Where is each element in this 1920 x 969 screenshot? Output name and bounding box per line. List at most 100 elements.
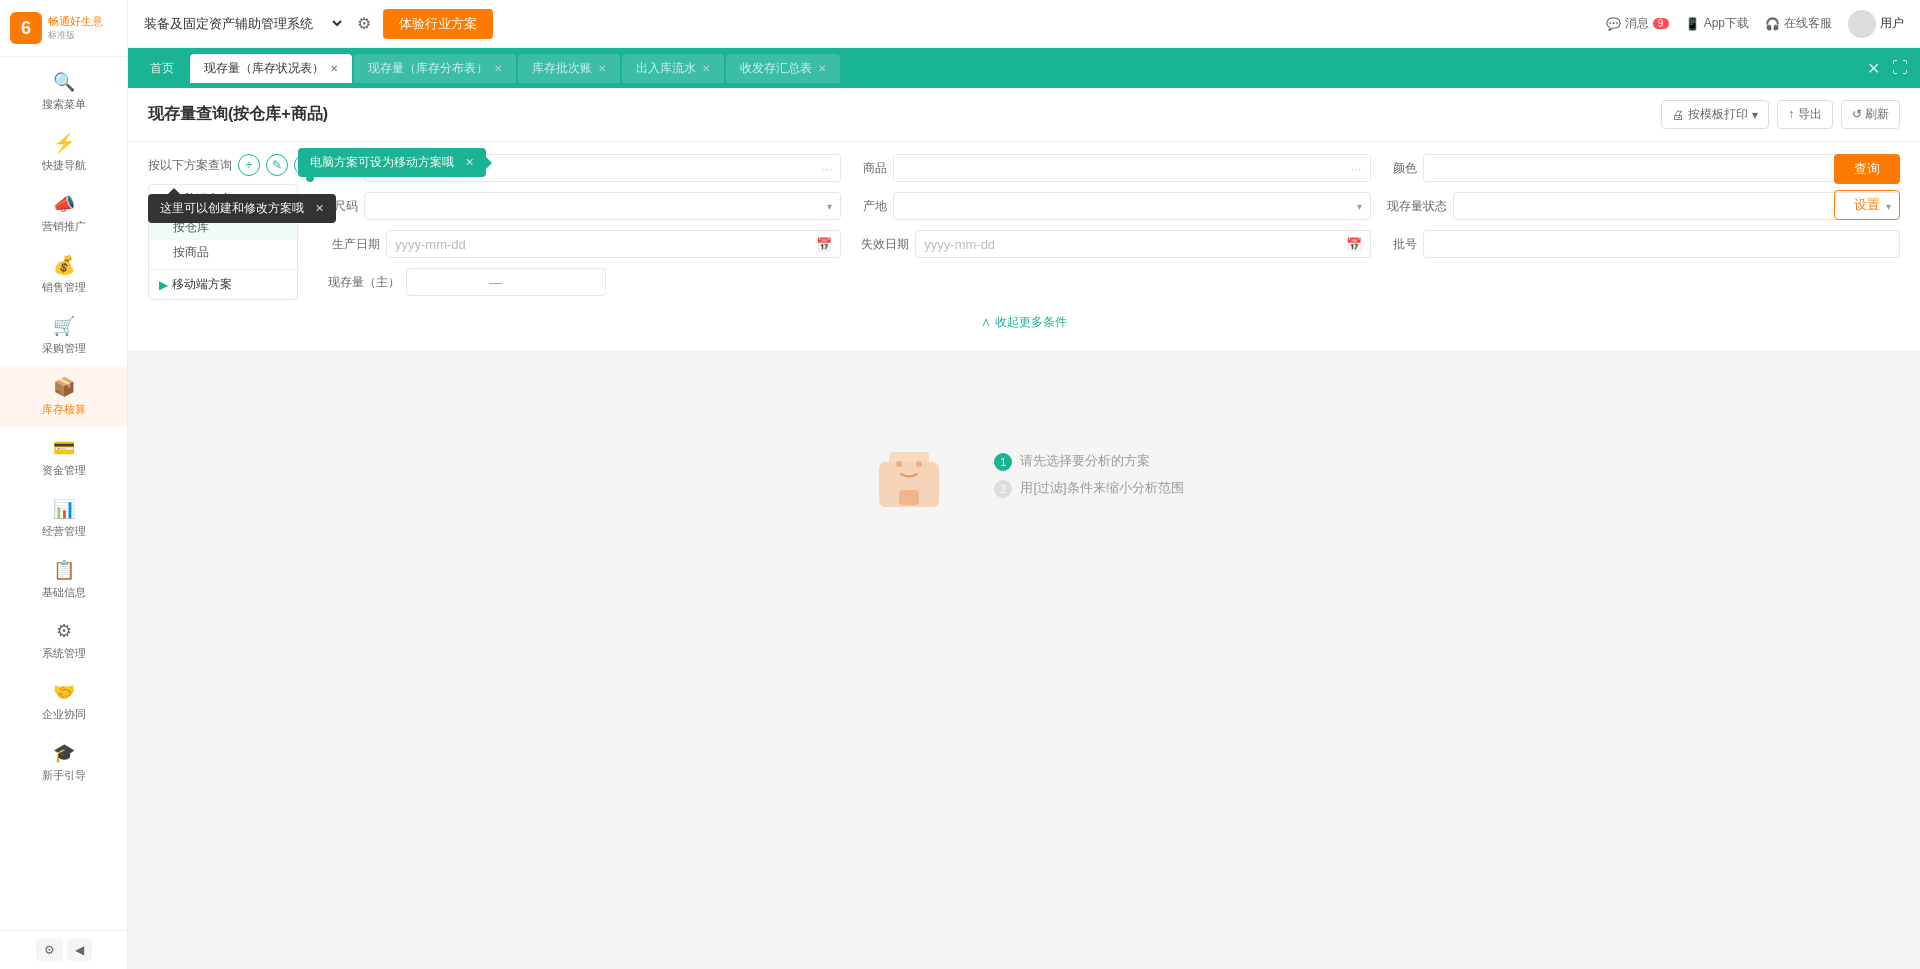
sidebar-item-enterprise[interactable]: 🤝 企业协同 <box>0 671 127 732</box>
prod-date-input[interactable]: yyyy-mm-dd 📅 <box>386 230 841 258</box>
app-badge: 标准版 <box>48 29 103 42</box>
dot-indicator-container <box>306 170 314 185</box>
mobile-scheme-item[interactable]: ▶ 移动端方案 <box>149 269 297 299</box>
edit-scheme-btn[interactable]: ✎ <box>266 154 288 176</box>
tab-inventory-status[interactable]: 现存量（库存状况表） ✕ <box>190 54 352 83</box>
tab-home[interactable]: 首页 <box>136 54 188 83</box>
tab-inventory-dist[interactable]: 现存量（库存分布表） ✕ <box>354 54 516 83</box>
refresh-label: 刷新 <box>1865 107 1889 121</box>
tab-label-batch-ledger: 库存批次账 <box>532 60 592 77</box>
search-btn[interactable]: 查询 <box>1834 154 1900 184</box>
goods-input[interactable]: ··· <box>893 154 1370 182</box>
app-download-btn[interactable]: 📱 App下载 <box>1685 15 1749 32</box>
online-support-btn[interactable]: 🎧 在线客服 <box>1765 15 1832 32</box>
filter-row-1: 仓库 ··· 商品 <box>328 154 1900 182</box>
system-name: 装备及固定资产辅助管理系统 <box>144 15 313 33</box>
maximize-icon[interactable]: ⛶ <box>1888 55 1912 82</box>
scheme-tooltip: 电脑方案可设为移动方案哦 ✕ <box>298 148 486 177</box>
tab-batch-ledger[interactable]: 库存批次账 ✕ <box>518 54 620 83</box>
stock-status-label: 现存量状态 <box>1387 198 1447 215</box>
exp-date-input[interactable]: yyyy-mm-dd 📅 <box>915 230 1370 258</box>
sidebar-item-label-search: 搜索菜单 <box>42 97 86 112</box>
page-header: 现存量查询(按仓库+商品) 🖨 按模板打印 ▾ ↑ 导出 ↺ <box>128 88 1920 142</box>
sidebar-item-system[interactable]: ⚙ 系统管理 <box>0 610 127 671</box>
svg-rect-4 <box>899 490 919 505</box>
exp-date-calendar-icon: 📅 <box>1346 237 1362 252</box>
step1-text: 请先选择要分析的方案 <box>1020 452 1150 470</box>
sidebar-item-quick-nav[interactable]: ⚡ 快捷导航 <box>0 122 127 183</box>
reset-btn[interactable]: 设置 <box>1834 190 1900 220</box>
refresh-btn[interactable]: ↺ 刷新 <box>1841 100 1900 129</box>
template-print-btn[interactable]: 🖨 按模板打印 ▾ <box>1661 100 1769 129</box>
trial-btn[interactable]: 体验行业方案 <box>383 9 493 39</box>
sidebar-item-inventory[interactable]: 📦 库存核算 <box>0 366 127 427</box>
system-selector[interactable] <box>325 15 345 32</box>
message-count: 9 <box>1653 18 1669 29</box>
export-label: 导出 <box>1798 107 1822 121</box>
export-btn[interactable]: ↑ 导出 <box>1777 100 1832 129</box>
topbar-right: 💬 消息 9 📱 App下载 🎧 在线客服 用户 <box>1606 10 1904 38</box>
sidebar-item-operations[interactable]: 📊 经营管理 <box>0 488 127 549</box>
pc-scheme-sub2[interactable]: 按商品 <box>149 240 297 265</box>
origin-select[interactable]: ▾ <box>893 192 1370 220</box>
sidebar-item-label-operations: 经营管理 <box>42 524 86 539</box>
scheme-tooltip-close[interactable]: ✕ <box>465 156 474 168</box>
edit-tooltip-close[interactable]: ✕ <box>315 202 324 214</box>
tab-close-inventory-status[interactable]: ✕ <box>330 63 338 74</box>
quick-nav-icon: ⚡ <box>53 132 75 154</box>
stock-main-to[interactable] <box>506 275 576 289</box>
close-all-tabs-icon[interactable]: ✕ <box>1863 55 1884 82</box>
refresh-icon: ↺ <box>1852 107 1862 121</box>
stock-status-field: 现存量状态 ▾ <box>1387 192 1900 220</box>
step2-num: 2 <box>994 480 1012 498</box>
purchase-icon: 🛒 <box>53 315 75 337</box>
tab-close-in-out-flow[interactable]: ✕ <box>702 63 710 74</box>
tab-receive-summary[interactable]: 收发存汇总表 ✕ <box>726 54 840 83</box>
stock-main-range[interactable]: — <box>406 268 606 296</box>
settings-bottom-btn[interactable]: ⚙ <box>36 939 63 961</box>
stock-main-from[interactable] <box>415 275 485 289</box>
sidebar-item-marketing[interactable]: 📣 营销推广 <box>0 183 127 244</box>
sidebar-item-finance[interactable]: 💳 资金管理 <box>0 427 127 488</box>
avatar <box>1848 10 1876 38</box>
messages-btn[interactable]: 💬 消息 9 <box>1606 15 1669 32</box>
search-icon: 🔍 <box>53 71 75 93</box>
template-print-icon: 🖨 <box>1672 108 1684 122</box>
exp-date-placeholder: yyyy-mm-dd <box>924 237 995 252</box>
origin-field: 产地 ▾ <box>857 192 1370 220</box>
stock-main-dash: — <box>489 275 502 290</box>
batch-input[interactable] <box>1423 230 1900 258</box>
add-scheme-btn[interactable]: + <box>238 154 260 176</box>
sales-icon: 💰 <box>53 254 75 276</box>
collapse-label: 收起更多条件 <box>995 315 1067 329</box>
scheme-tooltip-container: 电脑方案可设为移动方案哦 ✕ <box>298 148 486 177</box>
sidebar-item-basic-info[interactable]: 📋 基础信息 <box>0 549 127 610</box>
empty-steps: 1 请先选择要分析的方案 2 用[过滤]条件来缩小分析范围 <box>994 452 1183 506</box>
collapse-sidebar-btn[interactable]: ◀ <box>67 939 92 961</box>
origin-label: 产地 <box>857 198 887 215</box>
color-select[interactable]: ▾ <box>1423 154 1900 182</box>
mobile-scheme-expand-icon: ▶ <box>159 278 168 292</box>
edit-tooltip-text: 这里可以创建和修改方案哦 <box>160 201 304 215</box>
main-area: 装备及固定资产辅助管理系统 ⚙ 体验行业方案 💬 消息 9 📱 App下载 🎧 <box>128 0 1920 969</box>
tab-close-inventory-dist[interactable]: ✕ <box>494 63 502 74</box>
stock-status-select[interactable]: ▾ <box>1453 192 1900 220</box>
tab-in-out-flow[interactable]: 出入库流水 ✕ <box>622 54 724 83</box>
app-name: 畅通好生意 <box>48 14 103 28</box>
tab-close-batch-ledger[interactable]: ✕ <box>598 63 606 74</box>
sidebar-item-purchase[interactable]: 🛒 采购管理 <box>0 305 127 366</box>
tab-close-receive-summary[interactable]: ✕ <box>818 63 826 74</box>
content-area: 现存量查询(按仓库+商品) 🖨 按模板打印 ▾ ↑ 导出 ↺ <box>128 88 1920 969</box>
filter-collapse-btn[interactable]: ∧ 收起更多条件 <box>148 306 1900 339</box>
marketing-icon: 📣 <box>53 193 75 215</box>
sidebar-item-guide[interactable]: 🎓 新手引导 <box>0 732 127 793</box>
batch-label: 批号 <box>1387 236 1417 253</box>
sidebar-item-search[interactable]: 🔍 搜索菜单 <box>0 61 127 122</box>
goods-label: 商品 <box>857 160 887 177</box>
sidebar-item-sales[interactable]: 💰 销售管理 <box>0 244 127 305</box>
user-menu[interactable]: 用户 <box>1848 10 1904 38</box>
size-select[interactable]: ▾ <box>364 192 841 220</box>
tabbar: 首页 现存量（库存状况表） ✕ 现存量（库存分布表） ✕ 库存批次账 ✕ 出入库… <box>128 48 1920 88</box>
prod-date-placeholder: yyyy-mm-dd <box>395 237 466 252</box>
topbar-settings-icon[interactable]: ⚙ <box>357 14 371 33</box>
